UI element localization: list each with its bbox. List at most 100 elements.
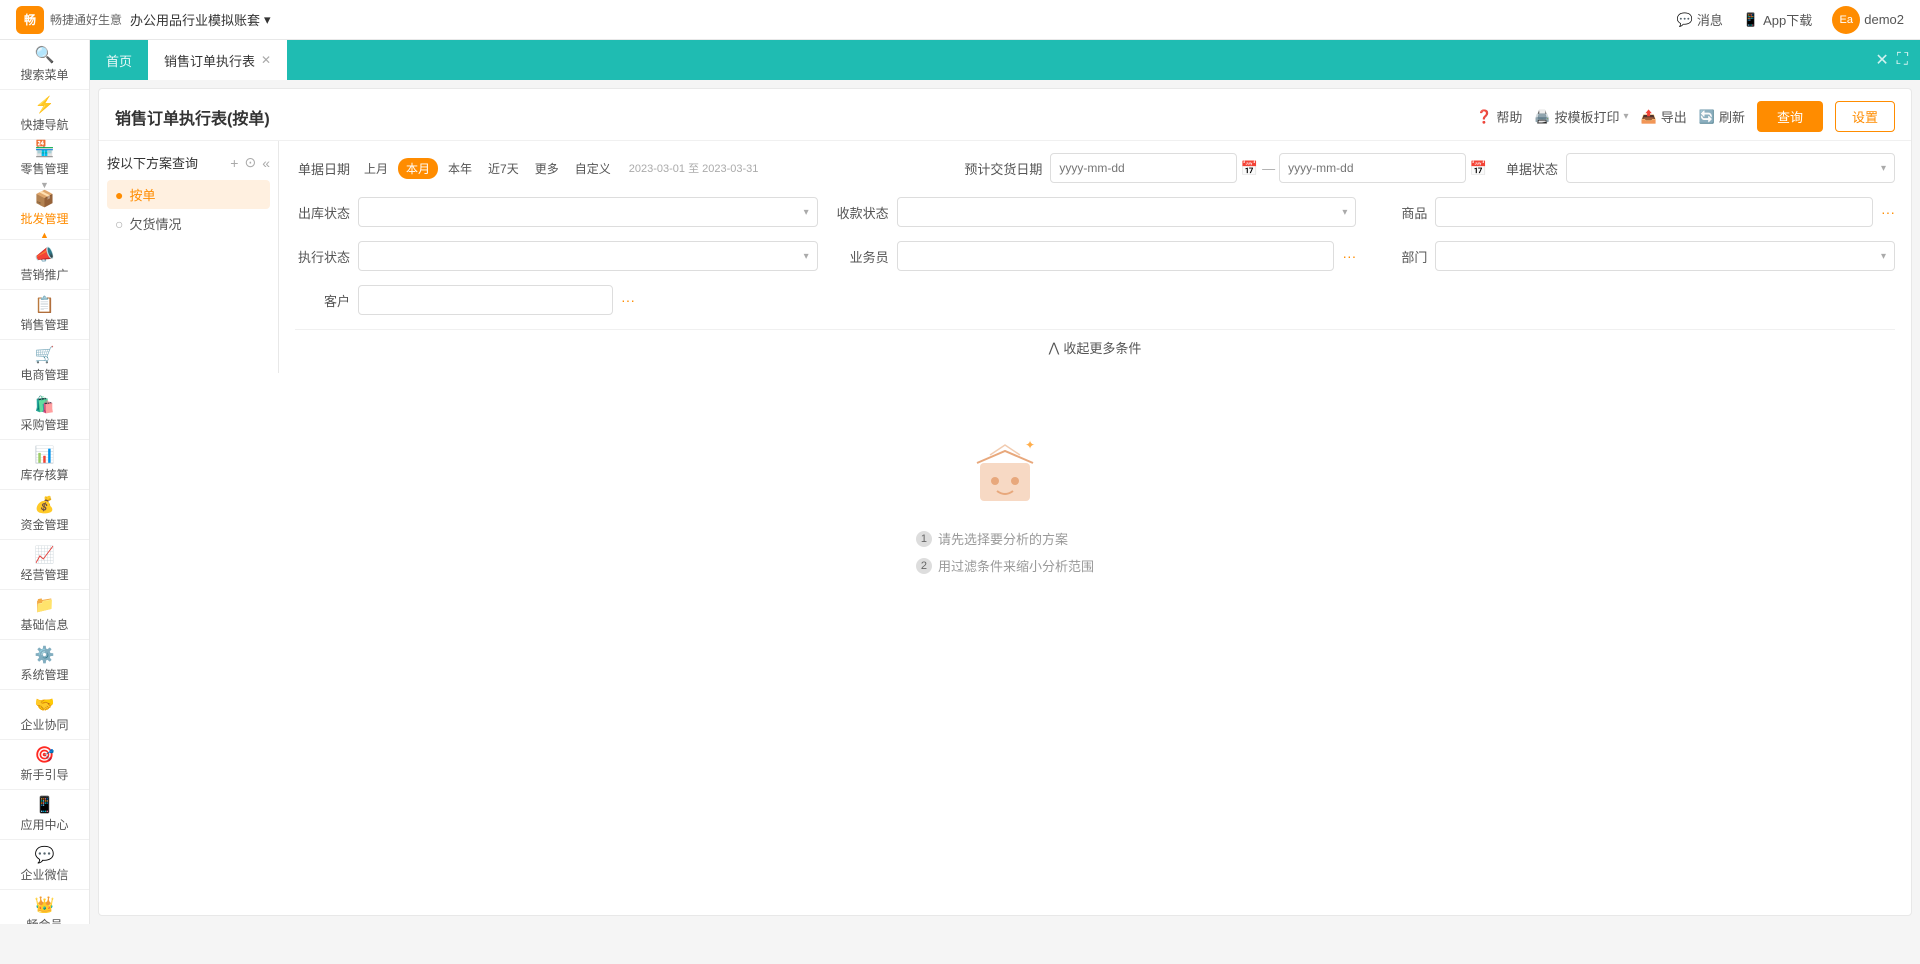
collapse-conditions-button[interactable]: ⋀ 收起更多条件	[1049, 338, 1142, 357]
print-template-button[interactable]: 🖨️ 按模板打印 ▾	[1534, 107, 1628, 126]
export-icon: 📤	[1641, 109, 1657, 125]
date-btn-this-month[interactable]: 本月	[398, 158, 438, 179]
app-download-action[interactable]: 📱 App下载	[1743, 10, 1812, 29]
tab-sales-order-exec[interactable]: 销售订单执行表 ✕	[148, 40, 287, 80]
refresh-button[interactable]: 🔄 刷新	[1699, 107, 1745, 126]
new-guide-icon: 🎯	[35, 745, 55, 765]
tab-close-window-icon[interactable]: ✕	[1875, 50, 1888, 70]
print-arrow-icon: ▾	[1624, 111, 1629, 122]
sidebar-item-inventory[interactable]: 📊 库存核算	[0, 440, 89, 490]
single-status-select[interactable]: ▾	[1566, 153, 1895, 183]
salesperson-input[interactable]	[897, 241, 1335, 271]
sub-nav-press-order[interactable]: ● 按单	[107, 180, 270, 209]
company-select[interactable]: 办公用品行业模拟账套 ▾	[130, 10, 271, 29]
filter-body: 按以下方案查询 + ⊙ « ● 按单 ○ 欠货情况	[99, 141, 1911, 373]
date-btn-7days[interactable]: 近7天	[482, 158, 525, 179]
date-btn-this-year[interactable]: 本年	[442, 158, 478, 179]
sidebar-item-purchase[interactable]: 🛍️ 采购管理	[0, 390, 89, 440]
logo-text: 畅捷通好生意	[50, 11, 122, 28]
scheme-icons: + ⊙ «	[230, 154, 270, 171]
shipment-status-select[interactable]: ▾	[358, 197, 818, 227]
date-btn-more[interactable]: 更多	[529, 158, 565, 179]
logo-area: 畅 畅捷通好生意	[16, 6, 122, 34]
expected-date-label: 预计交货日期	[964, 159, 1042, 178]
sidebar-item-ecommerce[interactable]: 🛒 电商管理	[0, 340, 89, 390]
sidebar-item-basic-info[interactable]: 📁 基础信息	[0, 590, 89, 640]
sidebar-item-enterprise-collab[interactable]: 🤝 企业协同	[0, 690, 89, 740]
single-status-arrow-icon: ▾	[1881, 163, 1886, 174]
purchase-icon: 🛍️	[35, 395, 55, 415]
product-input[interactable]	[1435, 197, 1873, 227]
message-action[interactable]: 💬 消息	[1677, 10, 1723, 29]
expected-date-end[interactable]	[1279, 153, 1465, 183]
tab-home[interactable]: 首页	[90, 40, 148, 80]
home-tab-label: 首页	[106, 51, 132, 70]
customer-group: 客户 ···	[295, 285, 635, 315]
user-profile[interactable]: Ea demo2	[1832, 6, 1904, 34]
query-button[interactable]: 查询	[1757, 101, 1823, 132]
scheme-copy-icon[interactable]: ⊙	[244, 154, 256, 171]
calendar-end-icon[interactable]: 📅	[1470, 160, 1487, 177]
execution-arrow-icon: ▾	[804, 251, 809, 262]
date-quick-buttons: 上月 本月 本年 近7天 更多 自定义	[358, 158, 617, 179]
sidebar-item-new-guide[interactable]: 🎯 新手引导	[0, 740, 89, 790]
sidebar-item-retail-mgmt[interactable]: 🏪 零售管理 ▼	[0, 140, 89, 190]
sidebar-item-enterprise-wechat[interactable]: 💬 企业微信	[0, 840, 89, 890]
arrears-icon: ○	[115, 216, 123, 232]
salesperson-ellipsis-icon[interactable]: ···	[1342, 248, 1356, 264]
sidebar-item-operations[interactable]: 📈 经营管理	[0, 540, 89, 590]
sub-nav-arrears[interactable]: ○ 欠货情况	[107, 209, 270, 238]
date-range-text: 2023-03-01 至 2023-03-31	[629, 160, 759, 176]
filter-row-4: 客户 ···	[295, 285, 1895, 315]
sidebar-item-system-mgmt[interactable]: ⚙️ 系统管理	[0, 640, 89, 690]
tab-close-icon[interactable]: ✕	[261, 53, 271, 67]
customer-input[interactable]	[358, 285, 613, 315]
shipment-arrow-icon: ▾	[804, 207, 809, 218]
sidebar-item-sales-mgmt[interactable]: 📋 销售管理	[0, 290, 89, 340]
product-group: 商品 ···	[1372, 197, 1895, 227]
inventory-icon: 📊	[35, 445, 55, 465]
payment-arrow-icon: ▾	[1342, 207, 1347, 218]
filter-row-2: 出库状态 ▾ 收款状态 ▾	[295, 197, 1895, 227]
sidebar-item-member[interactable]: 👑 畅会员	[0, 890, 89, 924]
operations-icon: 📈	[35, 545, 55, 565]
department-label: 部门	[1372, 247, 1427, 266]
content-area: 首页 销售订单执行表 ✕ ✕ ⛶ 销售订单执行表(按单) ❓ 帮助	[90, 40, 1920, 924]
product-ellipsis-icon[interactable]: ···	[1881, 204, 1895, 220]
basic-info-icon: 📁	[35, 595, 55, 615]
sidebar-item-quick-nav[interactable]: ⚡ 快捷导航	[0, 90, 89, 140]
expected-date-start[interactable]	[1050, 153, 1236, 183]
refresh-icon: 🔄	[1699, 109, 1715, 125]
scheme-label: 按以下方案查询	[107, 153, 198, 172]
sidebar-item-search-menu[interactable]: 🔍 搜索菜单	[0, 40, 89, 90]
export-button[interactable]: 📤 导出	[1641, 107, 1687, 126]
page-header: 销售订单执行表(按单) ❓ 帮助 🖨️ 按模板打印 ▾ 📤 导出	[99, 89, 1911, 141]
help-button[interactable]: ❓ 帮助	[1476, 107, 1522, 126]
sidebar-item-wholesale-mgmt[interactable]: 📦 批发管理 ▲	[0, 190, 89, 240]
sidebar-item-app-center[interactable]: 📱 应用中心	[0, 790, 89, 840]
calendar-start-icon[interactable]: 📅	[1241, 160, 1258, 177]
department-arrow-icon: ▾	[1881, 251, 1886, 262]
department-group: 部门 ▾	[1372, 241, 1895, 271]
date-btn-custom[interactable]: 自定义	[569, 158, 617, 179]
empty-tips: 1 请先选择要分析的方案 2 用过滤条件来缩小分析范围	[916, 529, 1094, 575]
date-btn-last-month[interactable]: 上月	[358, 158, 394, 179]
main-layout: 🔍 搜索菜单 ⚡ 快捷导航 🏪 零售管理 ▼ 📦 批发管理 ▲ 📣 营销推广 📋…	[0, 40, 1920, 924]
member-icon: 👑	[35, 895, 55, 915]
settings-button[interactable]: 设置	[1835, 101, 1895, 132]
sidebar-item-marketing[interactable]: 📣 营销推广	[0, 240, 89, 290]
tab-maximize-icon[interactable]: ⛶	[1897, 51, 1908, 69]
scheme-add-icon[interactable]: +	[230, 155, 238, 171]
sidebar-item-finance[interactable]: 💰 资金管理	[0, 490, 89, 540]
page-actions: ❓ 帮助 🖨️ 按模板打印 ▾ 📤 导出 🔄 刷新	[1476, 101, 1895, 132]
customer-ellipsis-icon[interactable]: ···	[621, 292, 635, 308]
scheme-collapse-icon[interactable]: «	[262, 155, 270, 171]
message-icon: 💬	[1677, 12, 1693, 28]
page-title: 销售订单执行表(按单)	[115, 105, 270, 129]
page-content: 销售订单执行表(按单) ❓ 帮助 🖨️ 按模板打印 ▾ 📤 导出	[98, 88, 1912, 916]
logo-icon: 畅	[16, 6, 44, 34]
sidebar: 🔍 搜索菜单 ⚡ 快捷导航 🏪 零售管理 ▼ 📦 批发管理 ▲ 📣 营销推广 📋…	[0, 40, 90, 924]
department-select[interactable]: ▾	[1435, 241, 1895, 271]
payment-status-select[interactable]: ▾	[897, 197, 1357, 227]
execution-status-select[interactable]: ▾	[358, 241, 818, 271]
